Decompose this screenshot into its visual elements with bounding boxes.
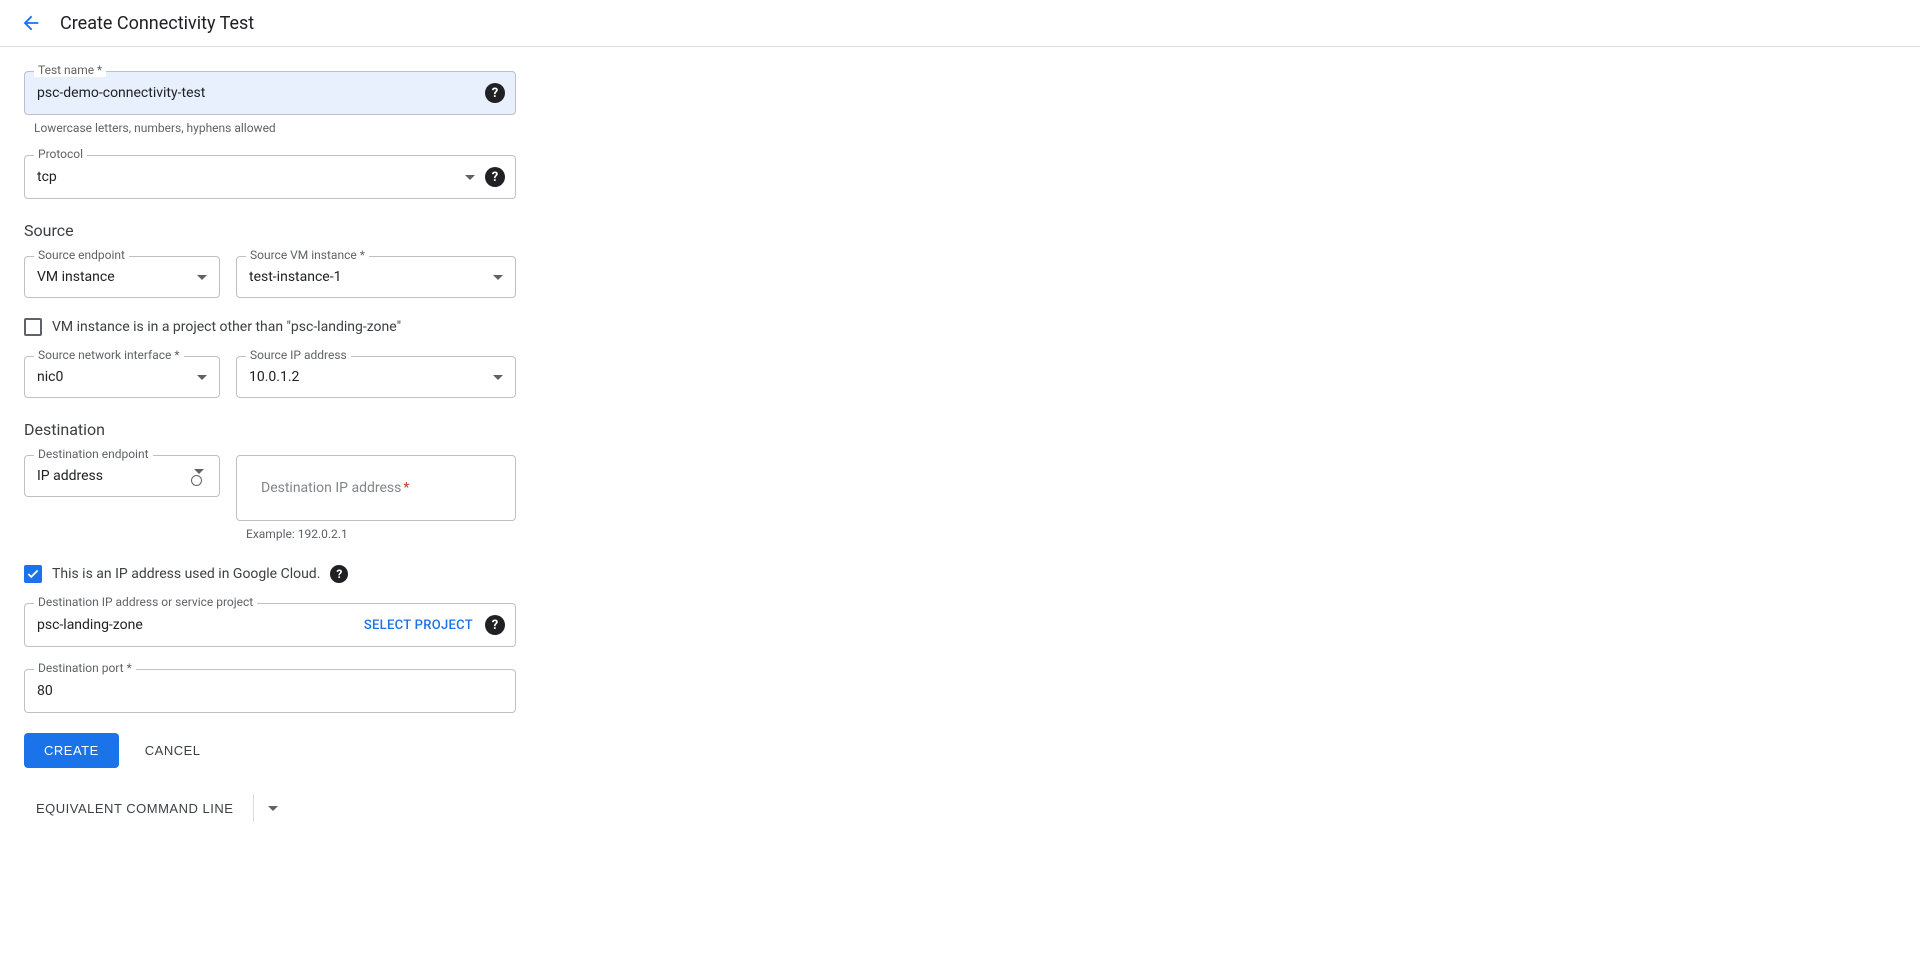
source-ip-label: Source IP address (246, 348, 351, 362)
protocol-select[interactable]: tcp ? (24, 155, 516, 199)
chevron-down-icon (197, 375, 207, 380)
help-icon[interactable]: ? (485, 83, 505, 103)
chevron-down-icon (197, 275, 207, 280)
create-button[interactable]: CREATE (24, 733, 119, 768)
test-name-value: psc-demo-connectivity-test (25, 73, 485, 113)
source-nic-label: Source network interface * (34, 348, 184, 362)
source-nic-value: nic0 (37, 369, 63, 385)
test-name-helper: Lowercase letters, numbers, hyphens allo… (34, 121, 516, 135)
test-name-field[interactable]: psc-demo-connectivity-test ? (24, 71, 516, 115)
help-icon[interactable]: ? (330, 565, 348, 583)
dest-ip-helper: Example: 192.0.2.1 (246, 527, 516, 541)
protocol-value: tcp (25, 157, 465, 197)
source-vm-label: Source VM instance * (246, 248, 369, 262)
gcp-ip-checkbox[interactable] (24, 565, 42, 583)
source-endpoint-select[interactable]: VM instance (24, 256, 220, 298)
page-header: Create Connectivity Test (0, 0, 1920, 47)
source-nic-select[interactable]: nic0 (24, 356, 220, 398)
source-ip-select[interactable]: 10.0.1.2 (236, 356, 516, 398)
dest-endpoint-label: Destination endpoint (34, 447, 153, 461)
other-project-label: VM instance is in a project other than "… (52, 319, 401, 335)
dest-project-label: Destination IP address or service projec… (34, 595, 257, 609)
dest-project-value: psc-landing-zone (25, 605, 364, 645)
dest-project-field[interactable]: psc-landing-zone SELECT PROJECT ? (24, 603, 516, 647)
dest-port-value: 80 (25, 671, 515, 711)
help-icon[interactable]: ? (485, 615, 505, 635)
select-project-button[interactable]: SELECT PROJECT (364, 618, 473, 633)
dest-port-field[interactable]: 80 (24, 669, 516, 713)
help-icon[interactable]: ? (485, 167, 505, 187)
destination-section-title: Destination (24, 420, 516, 439)
back-arrow-icon[interactable] (20, 12, 42, 34)
protocol-label: Protocol (34, 147, 87, 161)
source-section-title: Source (24, 221, 516, 240)
dest-endpoint-select[interactable]: IP address (24, 455, 220, 497)
cancel-button[interactable]: CANCEL (137, 733, 209, 768)
source-vm-select[interactable]: test-instance-1 (236, 256, 516, 298)
dest-endpoint-value: IP address (37, 468, 103, 484)
other-project-checkbox[interactable] (24, 318, 42, 336)
chevron-down-icon (197, 471, 207, 481)
test-name-label: Test name * (34, 63, 106, 77)
equivalent-cmdline-button[interactable]: EQUIVALENT COMMAND LINE (24, 795, 239, 822)
page-title: Create Connectivity Test (60, 13, 254, 34)
chevron-down-icon (465, 175, 475, 180)
chevron-down-icon (493, 275, 503, 280)
divider (253, 794, 254, 822)
source-endpoint-label: Source endpoint (34, 248, 129, 262)
chevron-down-icon[interactable] (268, 806, 278, 811)
source-vm-value: test-instance-1 (249, 269, 341, 285)
dest-port-label: Destination port * (34, 661, 136, 675)
form-area: Test name * psc-demo-connectivity-test ?… (0, 47, 540, 862)
chevron-down-icon (493, 375, 503, 380)
source-ip-value: 10.0.1.2 (249, 369, 299, 385)
source-endpoint-value: VM instance (37, 269, 115, 285)
gcp-ip-label: This is an IP address used in Google Clo… (52, 566, 320, 582)
dest-ip-placeholder: Destination IP address* (249, 468, 505, 508)
dest-ip-input[interactable]: Destination IP address* (236, 455, 516, 521)
